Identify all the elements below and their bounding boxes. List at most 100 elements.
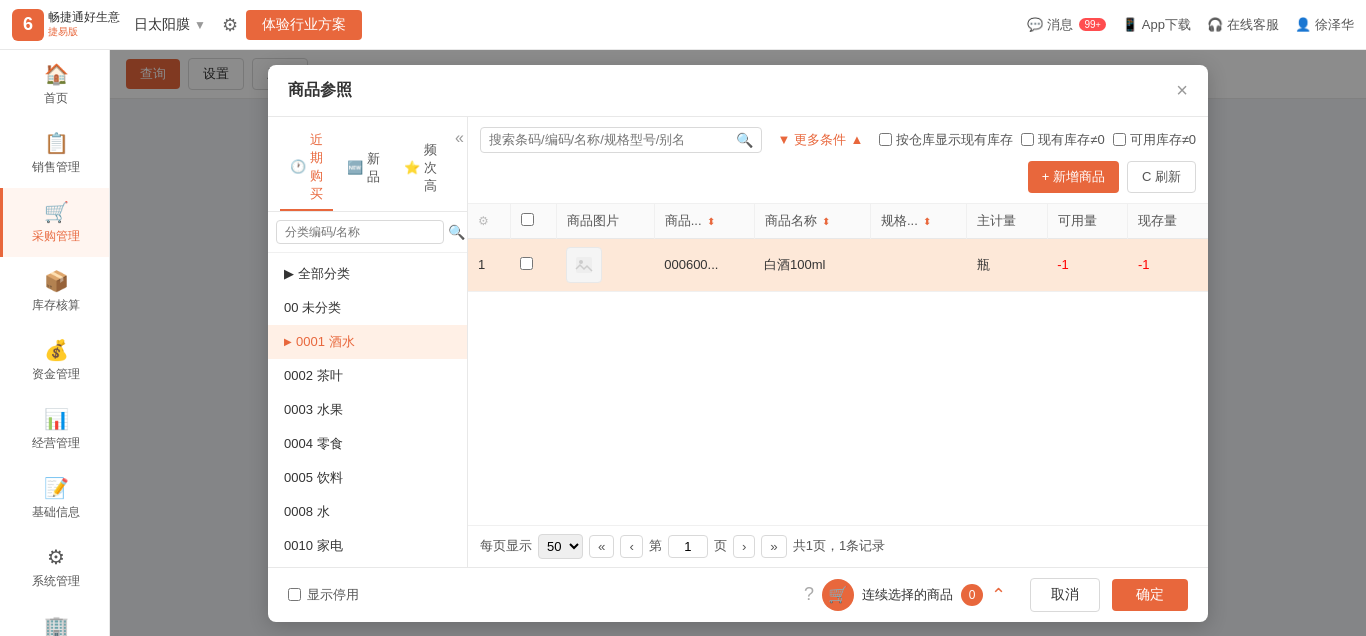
category-search-input[interactable] bbox=[276, 220, 444, 244]
headset-icon: 🎧 bbox=[1207, 17, 1223, 32]
service-btn[interactable]: 🎧 在线客服 bbox=[1207, 16, 1279, 34]
row-checkbox[interactable] bbox=[510, 238, 556, 291]
user-menu[interactable]: 👤 徐泽华 bbox=[1295, 16, 1354, 34]
select-all-checkbox[interactable] bbox=[521, 213, 534, 226]
stock-ne0-filter[interactable]: 现有库存≠0 bbox=[1021, 131, 1104, 149]
cat-all-arrow: ▶ bbox=[284, 266, 294, 281]
sidebar-item-purchase[interactable]: 🛒 采购管理 bbox=[0, 188, 109, 257]
cat-item-all[interactable]: ▶ 全部分类 bbox=[268, 257, 467, 291]
main-layout: 🏠 首页 📋 销售管理 🛒 采购管理 📦 库存核算 💰 资金管理 📊 经营管理 … bbox=[0, 50, 1366, 636]
sidebar-label-basic: 基础信息 bbox=[32, 504, 80, 521]
th-available: 可用量 bbox=[1047, 204, 1128, 239]
tab-frequent[interactable]: ⭐ 频次高 bbox=[394, 125, 447, 211]
tab-recent-label: 近期购买 bbox=[310, 131, 323, 203]
cat-item-2[interactable]: 0002 茶叶 bbox=[268, 359, 467, 393]
product-search-icon[interactable]: 🔍 bbox=[736, 132, 753, 148]
filter-button[interactable]: ▼ 更多条件 ▲ bbox=[770, 127, 872, 153]
spec-sort-icon[interactable]: ⬍ bbox=[923, 216, 931, 227]
page-input[interactable] bbox=[668, 535, 708, 558]
row-select-checkbox[interactable] bbox=[520, 257, 533, 270]
basic-icon: 📝 bbox=[44, 476, 69, 500]
cat-item-5[interactable]: 0005 饮料 bbox=[268, 461, 467, 495]
sidebar-item-finance[interactable]: 💰 资金管理 bbox=[0, 326, 109, 395]
next-page-button[interactable]: › bbox=[733, 535, 755, 558]
code-sort-icon[interactable]: ⬍ bbox=[707, 216, 715, 227]
confirm-button[interactable]: 确定 bbox=[1112, 579, 1188, 611]
cancel-button[interactable]: 取消 bbox=[1030, 578, 1100, 612]
tab-new[interactable]: 🆕 新品 bbox=[337, 125, 390, 211]
tab-recent[interactable]: 🕐 近期购买 bbox=[280, 125, 333, 211]
available-ne0-checkbox[interactable] bbox=[1113, 133, 1126, 146]
app-download-btn[interactable]: 📱 App下载 bbox=[1122, 16, 1191, 34]
new-icon: 🆕 bbox=[347, 160, 363, 175]
th-unit[interactable]: 主计量 bbox=[967, 204, 1048, 239]
show-disabled-checkbox[interactable]: 显示停用 bbox=[288, 586, 359, 604]
column-settings-icon[interactable]: ⚙ bbox=[478, 214, 489, 228]
system-icon: ⚙ bbox=[47, 545, 65, 569]
product-search-input[interactable] bbox=[489, 132, 736, 147]
cta-button[interactable]: 体验行业方案 bbox=[246, 10, 362, 40]
row-img bbox=[556, 238, 654, 291]
category-tabs: 🕐 近期购买 🆕 新品 ⭐ 频次高 « bbox=[268, 117, 467, 212]
messages-btn[interactable]: 💬 消息 99+ bbox=[1027, 16, 1105, 34]
product-image bbox=[566, 247, 602, 283]
table-row[interactable]: 1 000600... 白酒100ml bbox=[468, 238, 1208, 291]
settings-icon[interactable]: ⚙ bbox=[222, 14, 238, 36]
cat-item-0[interactable]: 00 未分类 bbox=[268, 291, 467, 325]
messages-label: 消息 bbox=[1047, 16, 1073, 34]
recent-icon: 🕐 bbox=[290, 159, 306, 174]
svg-point-1 bbox=[579, 260, 583, 264]
per-page-select[interactable]: 50 bbox=[538, 534, 583, 559]
show-disabled-input[interactable] bbox=[288, 588, 301, 601]
th-img: 商品图片 bbox=[556, 204, 654, 239]
sidebar-item-inventory[interactable]: 📦 库存核算 bbox=[0, 257, 109, 326]
sidebar-item-basic[interactable]: 📝 基础信息 bbox=[0, 464, 109, 533]
cart-icon[interactable]: 🛒 bbox=[822, 579, 854, 611]
th-code-label: 商品... bbox=[665, 213, 702, 228]
cat-3-label: 0003 水果 bbox=[284, 401, 343, 419]
tab-new-label: 新品 bbox=[367, 150, 380, 186]
th-checkbox[interactable] bbox=[510, 204, 556, 239]
th-code[interactable]: 商品... ⬍ bbox=[654, 204, 754, 239]
cat-item-3[interactable]: 0003 水果 bbox=[268, 393, 467, 427]
th-settings[interactable]: ⚙ bbox=[468, 204, 510, 239]
warehouse-filter[interactable]: 按仓库显示现有库存 bbox=[879, 131, 1013, 149]
logo-sub: 捷易版 bbox=[48, 25, 120, 39]
cat-item-7[interactable]: 0010 家电 bbox=[268, 529, 467, 563]
cat-item-1[interactable]: ▶ 0001 酒水 bbox=[268, 325, 467, 359]
th-name[interactable]: 商品名称 ⬍ bbox=[754, 204, 870, 239]
category-collapse-icon[interactable]: « bbox=[451, 125, 468, 211]
th-unit-label: 主计量 bbox=[977, 213, 1016, 228]
store-name: 日太阳膜 bbox=[134, 16, 190, 34]
modal-header: 商品参照 × bbox=[268, 65, 1208, 117]
available-ne0-label: 可用库存≠0 bbox=[1130, 131, 1196, 149]
sidebar-item-enterprise[interactable]: 🏢 企业协同 bbox=[0, 602, 109, 636]
cart-collapse-icon[interactable]: ⌃ bbox=[991, 584, 1006, 606]
stock-ne0-checkbox[interactable] bbox=[1021, 133, 1034, 146]
sidebar-item-home[interactable]: 🏠 首页 bbox=[0, 50, 109, 119]
sidebar-item-system[interactable]: ⚙ 系统管理 bbox=[0, 533, 109, 602]
name-sort-icon[interactable]: ⬍ bbox=[822, 216, 830, 227]
toolbar-right: + 新增商品 C 刷新 bbox=[1028, 161, 1196, 193]
prev-page-button[interactable]: ‹ bbox=[620, 535, 642, 558]
available-ne0-filter[interactable]: 可用库存≠0 bbox=[1113, 131, 1196, 149]
sidebar-item-sales[interactable]: 📋 销售管理 bbox=[0, 119, 109, 188]
first-page-button[interactable]: « bbox=[589, 535, 614, 558]
th-name-label: 商品名称 bbox=[765, 213, 817, 228]
product-reference-modal: 商品参照 × 🕐 近期购买 🆕 bbox=[268, 65, 1208, 622]
warehouse-checkbox[interactable] bbox=[879, 133, 892, 146]
cat-item-4[interactable]: 0004 零食 bbox=[268, 427, 467, 461]
category-search-icon[interactable]: 🔍 bbox=[448, 224, 465, 240]
help-icon[interactable]: ? bbox=[804, 584, 814, 605]
sidebar-item-business[interactable]: 📊 经营管理 bbox=[0, 395, 109, 464]
store-selector[interactable]: 日太阳膜 ▼ bbox=[122, 16, 218, 34]
th-spec[interactable]: 规格... ⬍ bbox=[870, 204, 966, 239]
filter-label: 更多条件 bbox=[794, 131, 846, 149]
refresh-button[interactable]: C 刷新 bbox=[1127, 161, 1196, 193]
add-product-button[interactable]: + 新增商品 bbox=[1028, 161, 1119, 193]
cat-item-6[interactable]: 0008 水 bbox=[268, 495, 467, 529]
last-page-button[interactable]: » bbox=[761, 535, 786, 558]
modal-close-button[interactable]: × bbox=[1176, 79, 1188, 102]
svg-rect-0 bbox=[576, 257, 592, 273]
product-panel: 🔍 ▼ 更多条件 ▲ 按仓库显示现有库存 bbox=[468, 117, 1208, 567]
